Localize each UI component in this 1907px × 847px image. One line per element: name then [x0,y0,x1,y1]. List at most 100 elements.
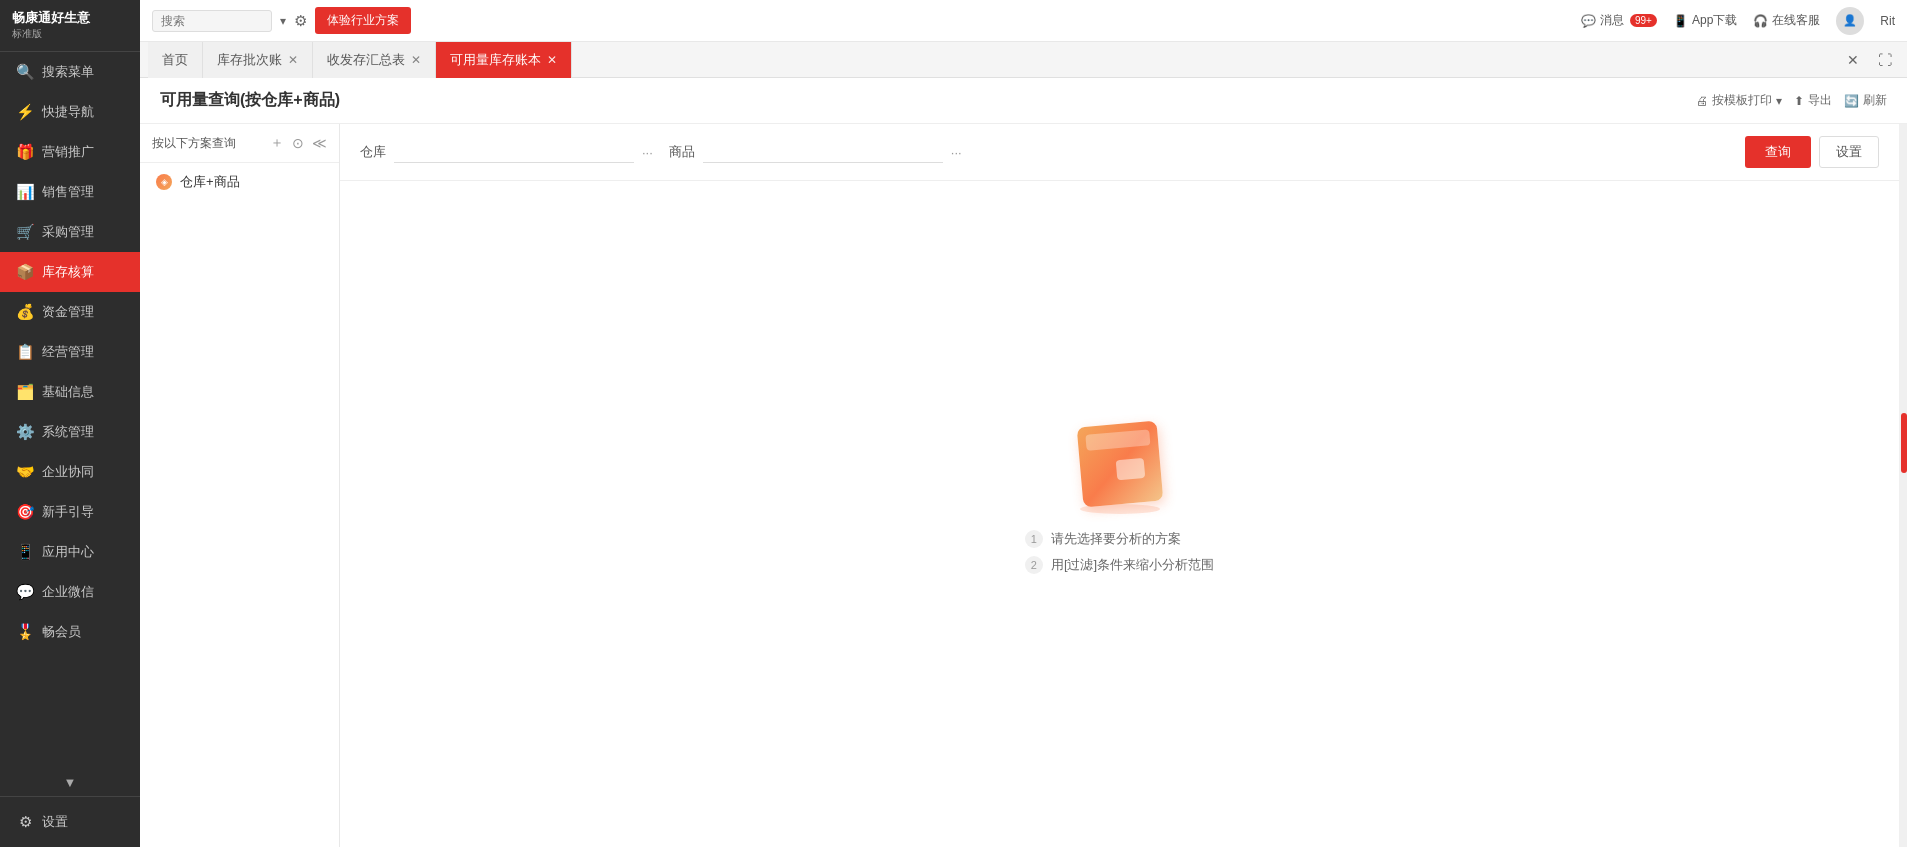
expand-tab-btn[interactable]: ⛶ [1871,46,1899,74]
empty-state: 1请先选择要分析的方案2用[过滤]条件来缩小分析范围 [340,181,1899,847]
sidebar-item-system[interactable]: ⚙️系统管理 [0,412,140,452]
page-header: 可用量查询(按仓库+商品) 🖨 按模板打印 ▾ ⬆ 导出 🔄 刷新 [140,78,1907,124]
product-field: 商品 ··· [669,141,962,163]
tab-close-receipt-summary[interactable]: ✕ [411,53,421,67]
sidebar-item-settings[interactable]: ⚙ 设置 [0,805,140,839]
query-button[interactable]: 查询 [1745,136,1811,168]
tip-num: 2 [1025,556,1043,574]
search-icon: 🔍 [16,63,34,81]
export-label: 导出 [1808,92,1832,109]
industry-btn[interactable]: 体验行业方案 [315,7,411,34]
print-icon: 🖨 [1696,94,1708,108]
sidebar-item-operations[interactable]: 📋经营管理 [0,332,140,372]
basic-icon: 🗂️ [16,383,34,401]
sidebar-item-cooperation[interactable]: 🤝企业协同 [0,452,140,492]
collapse-panel-icon[interactable]: ≪ [312,135,327,151]
app-edition: 标准版 [12,27,128,41]
inventory-icon: 📦 [16,263,34,281]
gear-icon[interactable]: ⚙ [294,12,307,30]
customer-service-label: 在线客服 [1772,12,1820,29]
content-area: 按以下方案查询 ＋ ⊙ ≪ ◈ 仓库+商品 仓库 ··· 商品 [140,124,1907,847]
sidebar-item-guide[interactable]: 🎯新手引导 [0,492,140,532]
topbar-right: 💬 消息 99+ 📱 App下载 🎧 在线客服 👤 Rit [1581,7,1895,35]
add-scheme-icon[interactable]: ＋ [270,134,284,152]
refresh-label: 刷新 [1863,92,1887,109]
system-icon: ⚙️ [16,423,34,441]
tab-close-available-ledger[interactable]: ✕ [547,53,557,67]
print-dropdown-icon[interactable]: ▾ [1776,94,1782,108]
close-tab-btn[interactable]: ✕ [1839,46,1867,74]
page-title: 可用量查询(按仓库+商品) [160,90,340,111]
setting-button[interactable]: 设置 [1819,136,1879,168]
member-icon: 🎖️ [16,623,34,641]
tab-label-receipt-summary: 收发存汇总表 [327,51,405,69]
username[interactable]: Rit [1880,14,1895,28]
search-dropdown[interactable]: ▾ [280,14,286,28]
app-download[interactable]: 📱 App下载 [1673,12,1737,29]
scheme-warehouse-product[interactable]: ◈ 仓库+商品 [140,163,339,201]
phone-icon: 📱 [1673,14,1688,28]
app-name: 畅康通好生意 [12,10,128,27]
sidebar-item-finance[interactable]: 💰资金管理 [0,292,140,332]
tab-batch-account[interactable]: 库存批次账✕ [203,42,313,78]
filter-main: 仓库 ··· 商品 ··· 查询 设置 [340,124,1899,847]
sidebar-item-marketing[interactable]: 🎁营销推广 [0,132,140,172]
export-icon: ⬆ [1794,94,1804,108]
warehouse-label: 仓库 [360,143,386,161]
empty-shadow [1080,504,1160,514]
warehouse-input[interactable] [394,141,634,163]
refresh-icon: 🔄 [1844,94,1859,108]
search-input[interactable] [152,10,272,32]
right-scroll-handle[interactable] [1899,124,1907,847]
tab-receipt-summary[interactable]: 收发存汇总表 ✕ [313,42,436,78]
sidebar-item-shortcut[interactable]: ⚡快捷导航 [0,92,140,132]
filter-row: 仓库 ··· 商品 ··· 查询 设置 [340,124,1899,181]
product-input[interactable] [703,141,943,163]
sidebar-item-purchase[interactable]: 🛒采购管理 [0,212,140,252]
purchase-icon: 🛒 [16,223,34,241]
notifications[interactable]: 💬 消息 99+ [1581,12,1657,29]
customer-service[interactable]: 🎧 在线客服 [1753,12,1820,29]
operations-icon: 📋 [16,343,34,361]
scheme-label: 仓库+商品 [180,173,240,191]
tab-label-available-ledger: 可用量库存账本 [450,51,541,69]
tab-available-ledger[interactable]: 可用量库存账本 ✕ [436,42,572,78]
sales-icon: 📊 [16,183,34,201]
query-panel-header: 按以下方案查询 ＋ ⊙ ≪ [140,124,339,163]
sidebar-item-sales[interactable]: 📊销售管理 [0,172,140,212]
scheme-icon: ◈ [156,174,172,190]
sidebar-item-appstore[interactable]: 📱应用中心 [0,532,140,572]
page-header-actions: 🖨 按模板打印 ▾ ⬆ 导出 🔄 刷新 [1696,92,1887,109]
settings-scheme-icon[interactable]: ⊙ [292,135,304,151]
product-more-icon[interactable]: ··· [951,145,962,160]
box-face [1115,458,1145,480]
sidebar-scroll-down[interactable]: ▼ [0,769,140,796]
refresh-btn[interactable]: 🔄 刷新 [1844,92,1887,109]
sidebar-item-wechat[interactable]: 💬企业微信 [0,572,140,612]
notifications-label: 消息 [1600,12,1624,29]
sidebar-item-member[interactable]: 🎖️畅会员 [0,612,140,652]
tab-home[interactable]: 首页 [148,42,203,78]
bell-icon: 💬 [1581,14,1596,28]
tab-label-home: 首页 [162,51,188,69]
marketing-icon: 🎁 [16,143,34,161]
notifications-badge: 99+ [1630,14,1657,27]
sidebar-item-inventory[interactable]: 📦库存核算 [0,252,140,292]
tab-close-batch-account[interactable]: ✕ [288,53,298,67]
empty-box [1076,421,1163,508]
sidebar-item-search[interactable]: 🔍搜索菜单 [0,52,140,92]
guide-icon: 🎯 [16,503,34,521]
query-panel-title: 按以下方案查询 [152,135,262,152]
tip-text: 请先选择要分析的方案 [1051,530,1181,548]
tabs-bar-right: ✕ ⛶ [1831,42,1907,78]
sidebar-logo: 畅康通好生意 标准版 [0,0,140,52]
print-btn[interactable]: 🖨 按模板打印 ▾ [1696,92,1782,109]
topbar: ▾ ⚙ 体验行业方案 💬 消息 99+ 📱 App下载 🎧 在线客服 👤 Rit [140,0,1907,42]
headset-icon: 🎧 [1753,14,1768,28]
tip-text: 用[过滤]条件来缩小分析范围 [1051,556,1214,574]
tabs-bar: 首页库存批次账✕ 收发存汇总表 ✕ 可用量库存账本 ✕ ✕ ⛶ [140,42,1907,78]
sidebar-item-basic[interactable]: 🗂️基础信息 [0,372,140,412]
export-btn[interactable]: ⬆ 导出 [1794,92,1832,109]
warehouse-more-icon[interactable]: ··· [642,145,653,160]
avatar: 👤 [1836,7,1864,35]
